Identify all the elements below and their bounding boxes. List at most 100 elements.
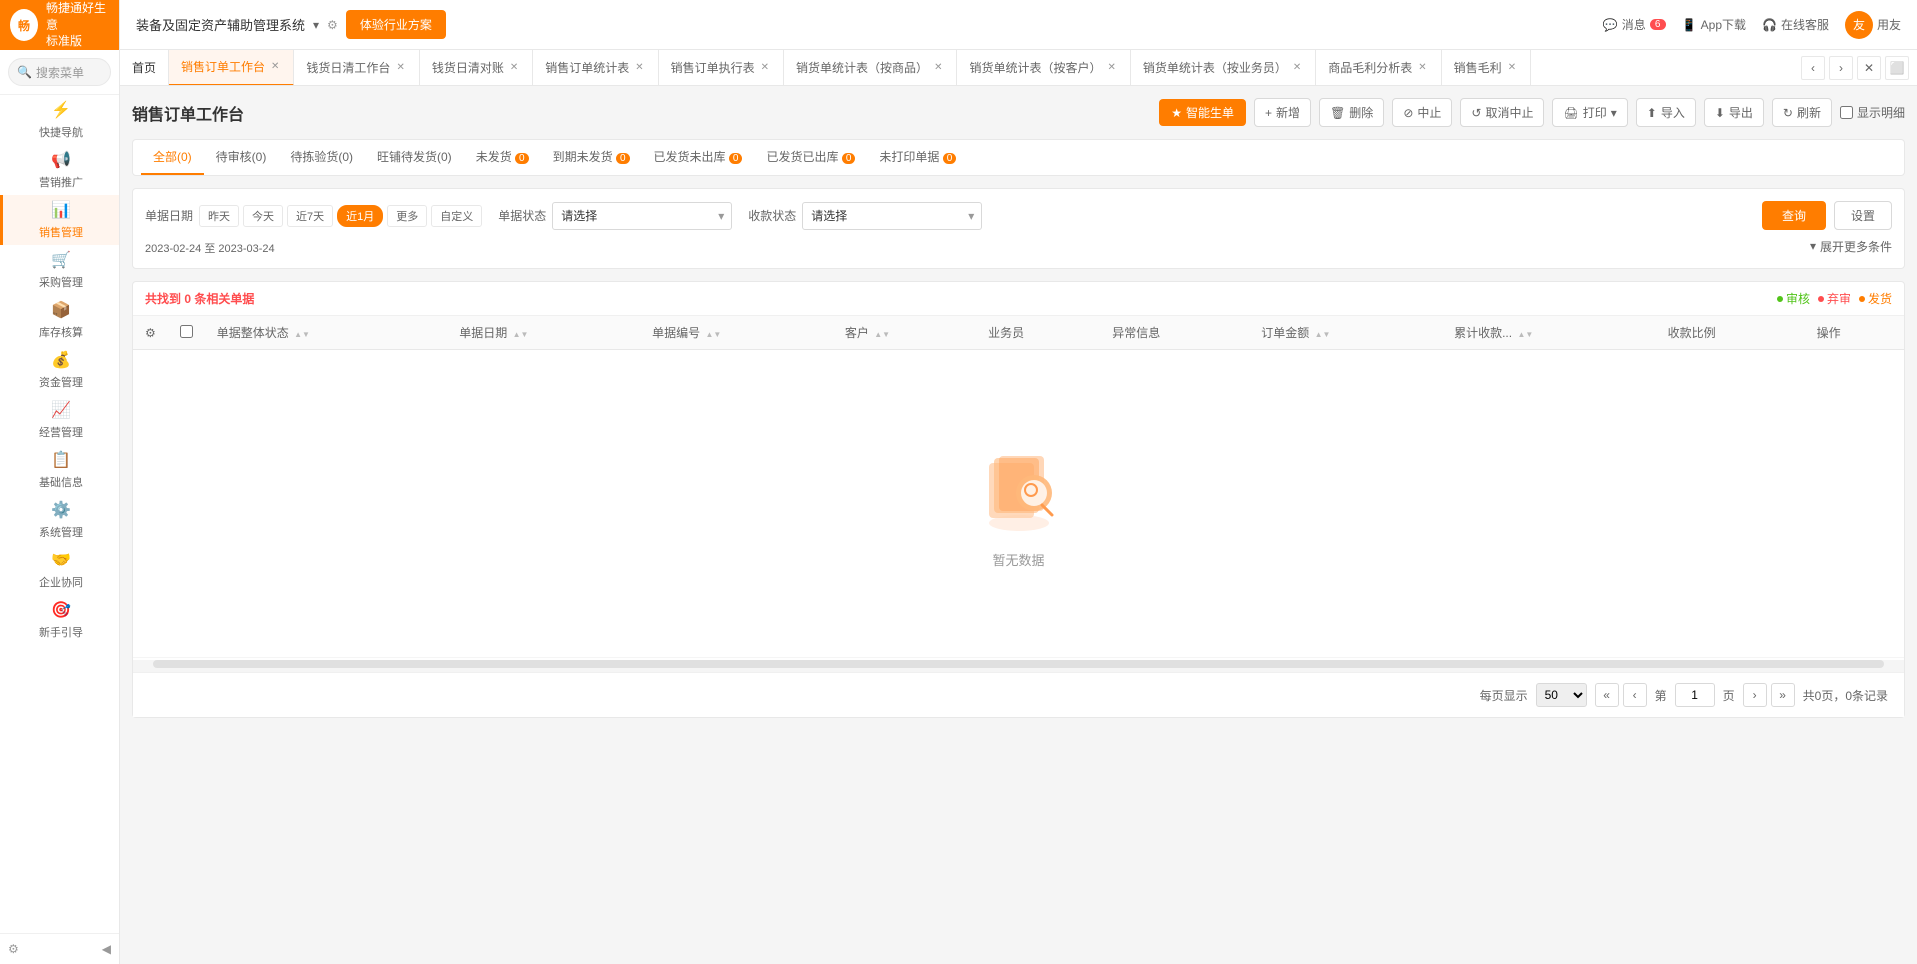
column-settings-icon[interactable]: ⚙: [145, 326, 156, 340]
sidebar-item-cooperation[interactable]: 🤝 企业协同: [0, 545, 119, 595]
stop-button[interactable]: ⊘ 中止: [1392, 98, 1452, 127]
sort-number-icon[interactable]: ▲▼: [705, 330, 721, 339]
date-btn-last7[interactable]: 近7天: [287, 205, 333, 227]
smart-create-button[interactable]: ★ 智能生单: [1159, 99, 1246, 126]
tab-close-sales-stat[interactable]: ✕: [633, 60, 645, 75]
add-button[interactable]: + 新增: [1254, 98, 1311, 127]
sidebar-item-guide[interactable]: 🎯 新手引导: [0, 595, 119, 645]
print-button[interactable]: 🖨 打印 ▾: [1552, 98, 1627, 127]
setting-button[interactable]: 设置: [1834, 201, 1892, 230]
tab-home[interactable]: 首页: [120, 50, 169, 86]
tab-sales-profit[interactable]: 销售毛利 ✕: [1442, 50, 1531, 86]
sort-date-icon[interactable]: ▲▼: [513, 330, 529, 339]
sidebar-item-inventory[interactable]: 📦 库存核算: [0, 295, 119, 345]
sort-amount-icon[interactable]: ▲▼: [1315, 330, 1331, 339]
payment-select[interactable]: 请选择: [802, 202, 982, 230]
sidebar-item-sales[interactable]: 📊 销售管理: [0, 195, 119, 245]
date-btn-more[interactable]: 更多: [387, 205, 427, 227]
settings-icon[interactable]: ⚙: [8, 942, 19, 956]
sidebar-item-quick-nav[interactable]: ⚡ 快捷导航: [0, 95, 119, 145]
tab-sales-by-product[interactable]: 销货单统计表（按商品） ✕: [784, 50, 957, 86]
settings-header-icon[interactable]: ⚙: [327, 18, 338, 32]
collapse-sidebar-button[interactable]: ◀: [102, 942, 111, 956]
tab-sales-by-customer[interactable]: 销货单统计表（按客户） ✕: [957, 50, 1130, 86]
tab-sales-stat[interactable]: 销售订单统计表 ✕: [533, 50, 658, 86]
tab-close-sales-by-staff[interactable]: ✕: [1291, 60, 1303, 75]
tab-sales-exec[interactable]: 销售订单执行表 ✕: [659, 50, 784, 86]
tab-close-all-button[interactable]: ✕: [1857, 56, 1881, 80]
sub-tab-all[interactable]: 全部(0): [141, 140, 204, 175]
sub-tab-not-shipped[interactable]: 未发货 0: [464, 140, 541, 175]
tab-close-cash-reconcile[interactable]: ✕: [508, 60, 520, 75]
query-button[interactable]: 查询: [1762, 201, 1826, 230]
show-detail-checkbox-label[interactable]: 显示明细: [1840, 104, 1905, 121]
user-tool[interactable]: 友 用友: [1845, 11, 1901, 39]
online-service-tool[interactable]: 🎧 在线客服: [1762, 16, 1829, 33]
app-download-tool[interactable]: 📱 App下载: [1682, 16, 1746, 33]
date-btn-yesterday[interactable]: 昨天: [199, 205, 239, 227]
tab-close-sales-order[interactable]: ✕: [269, 59, 281, 74]
page-next-button[interactable]: ›: [1743, 683, 1767, 707]
export-button[interactable]: ⬇ 导出: [1704, 98, 1764, 127]
page-size-select[interactable]: 50 10 20 100: [1536, 683, 1587, 707]
tab-close-sales-profit[interactable]: ✕: [1506, 60, 1518, 75]
tab-margin-analysis[interactable]: 商品毛利分析表 ✕: [1316, 50, 1441, 86]
sidebar-item-finance[interactable]: 💰 资金管理: [0, 345, 119, 395]
sort-collected-icon[interactable]: ▲▼: [1517, 330, 1533, 339]
tab-cash-reconcile[interactable]: 钱货日清对账 ✕: [420, 50, 533, 86]
sidebar-item-base-info[interactable]: 📋 基础信息: [0, 445, 119, 495]
sub-tab-not-printed[interactable]: 未打印单据 0: [867, 140, 968, 175]
sub-tab-pending-review[interactable]: 待审核(0): [204, 140, 279, 175]
cancel-review-action-button[interactable]: 弃审: [1818, 290, 1851, 307]
page-input[interactable]: [1675, 683, 1715, 707]
sidebar-item-system[interactable]: ⚙️ 系统管理: [0, 495, 119, 545]
status-select[interactable]: 请选择: [552, 202, 732, 230]
purchase-icon: 🛒: [51, 250, 71, 270]
search-menu-button[interactable]: 🔍 搜索菜单: [8, 58, 111, 86]
sidebar-item-purchase[interactable]: 🛒 采购管理: [0, 245, 119, 295]
tab-prev-button[interactable]: ‹: [1801, 56, 1825, 80]
messages-tool[interactable]: 💬 消息 6: [1603, 16, 1666, 33]
tab-close-cash-daily[interactable]: ✕: [394, 60, 406, 75]
marketing-icon: 📢: [51, 150, 71, 170]
page-last-button[interactable]: »: [1771, 683, 1795, 707]
import-button[interactable]: ⬆ 导入: [1636, 98, 1696, 127]
sub-tab-shipped-not-out[interactable]: 已发货未出库 0: [642, 140, 755, 175]
tab-close-sales-by-product[interactable]: ✕: [932, 60, 944, 75]
ship-action-button[interactable]: 发货: [1859, 290, 1892, 307]
scrollbar-thumb[interactable]: [153, 660, 1884, 668]
cancel-stop-button[interactable]: ↺ 取消中止: [1460, 98, 1544, 127]
system-dropdown[interactable]: ▾: [313, 18, 319, 32]
sub-tab-shipped-out[interactable]: 已发货已出库 0: [754, 140, 867, 175]
refresh-button[interactable]: ↻ 刷新: [1772, 98, 1832, 127]
tab-restore-button[interactable]: ⬜: [1885, 56, 1909, 80]
tab-cash-daily[interactable]: 钱货日清工作台 ✕: [294, 50, 419, 86]
review-action-button[interactable]: 审核: [1777, 290, 1810, 307]
delete-button[interactable]: 🗑 删除: [1319, 98, 1384, 127]
tab-sales-order[interactable]: 销售订单工作台 ✕: [169, 50, 294, 86]
show-detail-checkbox[interactable]: [1840, 106, 1853, 119]
select-all-checkbox[interactable]: [180, 325, 193, 338]
sub-tabs: 全部(0) 待审核(0) 待拣验货(0) 旺铺待发货(0) 未发货 0 到期未发…: [132, 139, 1905, 176]
date-btn-last1m[interactable]: 近1月: [337, 205, 383, 227]
date-btn-today[interactable]: 今天: [243, 205, 283, 227]
sidebar-item-marketing[interactable]: 📢 营销推广: [0, 145, 119, 195]
tab-close-sales-exec[interactable]: ✕: [759, 60, 771, 75]
sub-tab-expired-not-shipped[interactable]: 到期未发货 0: [541, 140, 642, 175]
tab-close-sales-by-customer[interactable]: ✕: [1105, 60, 1117, 75]
col-staff: 业务员: [976, 316, 1100, 350]
tab-sales-by-staff[interactable]: 销货单统计表（按业务员） ✕: [1131, 50, 1316, 86]
sub-tab-wangpu[interactable]: 旺铺待发货(0): [365, 140, 464, 175]
horizontal-scrollbar[interactable]: [133, 660, 1904, 672]
tab-close-margin-analysis[interactable]: ✕: [1416, 60, 1428, 75]
expand-filter-button[interactable]: ▾ 展开更多条件: [1810, 238, 1892, 255]
sub-tab-pending-inspect[interactable]: 待拣验货(0): [278, 140, 365, 175]
sort-customer-icon[interactable]: ▲▼: [874, 330, 890, 339]
tab-next-button[interactable]: ›: [1829, 56, 1853, 80]
date-btn-custom[interactable]: 自定义: [431, 205, 482, 227]
industry-solution-button[interactable]: 体验行业方案: [346, 10, 446, 39]
sidebar-item-operations[interactable]: 📈 经营管理: [0, 395, 119, 445]
page-first-button[interactable]: «: [1595, 683, 1619, 707]
sort-status-icon[interactable]: ▲▼: [294, 330, 310, 339]
page-prev-button[interactable]: ‹: [1623, 683, 1647, 707]
